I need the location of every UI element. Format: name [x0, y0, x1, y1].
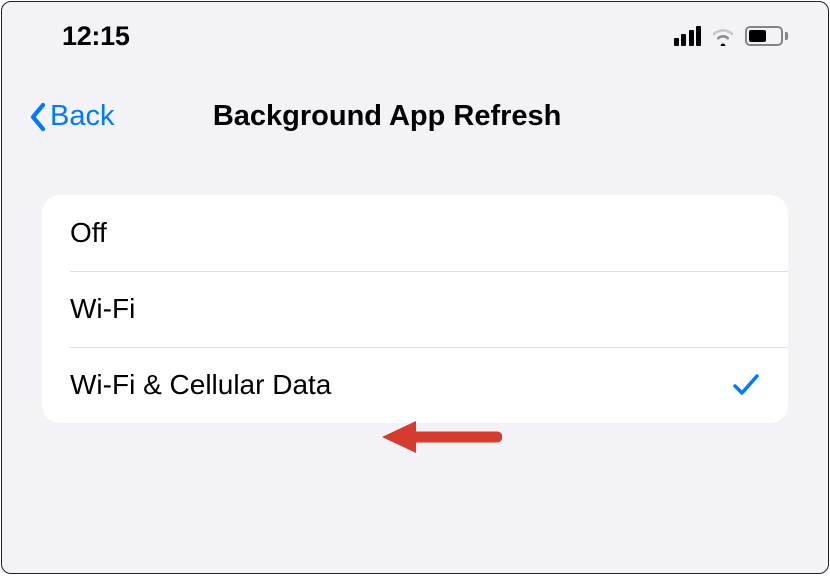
- option-label: Wi-Fi: [70, 293, 135, 325]
- option-off[interactable]: Off: [42, 195, 788, 271]
- option-wifi[interactable]: Wi-Fi: [42, 271, 788, 347]
- cellular-signal-icon: [674, 26, 702, 46]
- back-button[interactable]: Back: [28, 100, 114, 133]
- option-label: Off: [70, 217, 107, 249]
- chevron-left-icon: [28, 101, 48, 133]
- status-icons: [674, 26, 789, 46]
- wifi-icon: [710, 26, 736, 46]
- nav-bar: Back Background App Refresh: [2, 62, 828, 155]
- option-label: Wi-Fi & Cellular Data: [70, 369, 331, 401]
- back-label: Back: [50, 100, 114, 133]
- battery-icon: [745, 26, 788, 46]
- page-title: Background App Refresh: [213, 100, 562, 133]
- annotation-arrow-icon: [382, 417, 502, 462]
- option-wifi-cellular[interactable]: Wi-Fi & Cellular Data: [42, 347, 788, 423]
- options-list: Off Wi-Fi Wi-Fi & Cellular Data: [42, 195, 788, 423]
- checkmark-icon: [732, 372, 760, 398]
- status-time: 12:15: [62, 21, 130, 52]
- status-bar: 12:15: [2, 2, 828, 62]
